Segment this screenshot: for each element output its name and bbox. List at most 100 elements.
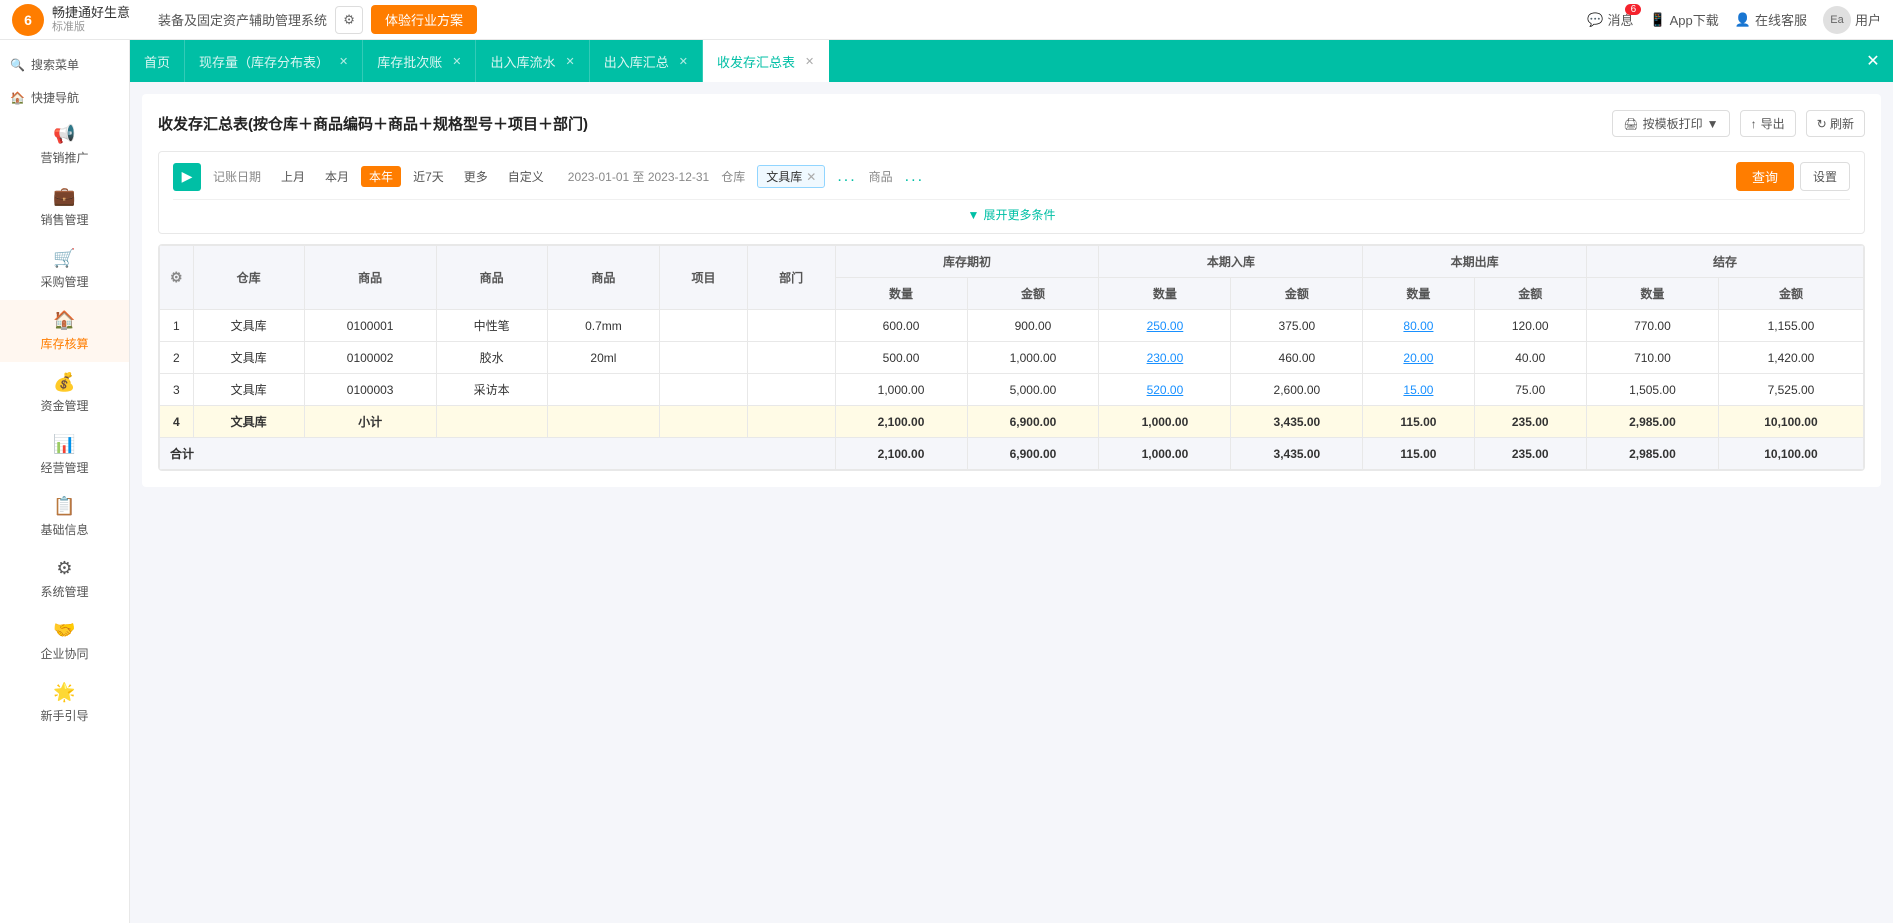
filter-row-1: ▶ 记账日期 上月 本月 本年 近7天 更多 自定义 2023-01-01 至 … [173,162,1850,191]
row-no: 4 [160,406,194,438]
sidebar-item-guide[interactable]: 🌟 新手引导 [0,672,129,734]
row-out-qty[interactable]: 80.00 [1363,310,1474,342]
refresh-button[interactable]: ↻ 刷新 [1806,110,1865,137]
row-in-qty[interactable]: 230.00 [1099,342,1231,374]
goods-more[interactable]: ... [905,168,924,186]
footer-out-amt: 235.00 [1474,438,1586,470]
col-open-amt-header: 金额 [967,278,1099,310]
top-bar-left: 6 畅捷通好生意 标准版 装备及固定资产辅助管理系统 ⚙ 体验行业方案 [12,4,477,36]
date-tab-this-month[interactable]: 本月 [317,166,357,187]
table-settings-icon[interactable]: ⚙ [170,269,183,285]
config-button[interactable]: ⚙ [335,6,363,34]
filter-toggle[interactable]: ▶ [173,163,201,191]
tab-stock-dist[interactable]: 现存量（库存分布表） ✕ [185,40,363,82]
row-out-qty-link[interactable]: 15.00 [1403,383,1433,397]
sidebar-item-marketing[interactable]: 📢 营销推广 [0,114,129,176]
filter-area: ▶ 记账日期 上月 本月 本年 近7天 更多 自定义 2023-01-01 至 … [158,151,1865,234]
print-button[interactable]: 🖨 按模板打印 ▼ [1612,110,1729,137]
export-button[interactable]: ↑ 导出 [1740,110,1796,137]
marketing-icon: 📢 [53,124,75,145]
sidebar-item-basic-info[interactable]: 📋 基础信息 [0,486,129,548]
row-out-qty[interactable]: 115.00 [1363,406,1474,438]
top-bar: 6 畅捷通好生意 标准版 装备及固定资产辅助管理系统 ⚙ 体验行业方案 💬 消息… [0,0,1893,40]
sidebar-item-finance[interactable]: 💰 资金管理 [0,362,129,424]
tab-home[interactable]: 首页 [130,40,185,82]
tab-inout-summary-close[interactable]: ✕ [679,55,688,68]
search-button[interactable]: 查询 [1736,162,1794,191]
row-project [660,374,748,406]
content-area: 收发存汇总表(按仓库＋商品编码＋商品＋规格型号＋项目＋部门) 🖨 按模板打印 ▼… [130,82,1893,923]
col-project-header: 项目 [660,246,748,310]
try-button[interactable]: 体验行业方案 [371,5,477,34]
warehouse-tag-remove[interactable]: ✕ [806,170,816,184]
row-out-amt: 235.00 [1474,406,1586,438]
export-icon: ↑ [1751,117,1757,131]
sidebar-item-purchase[interactable]: 🛒 采购管理 [0,238,129,300]
filter-settings-button[interactable]: 设置 [1800,162,1850,191]
basic-info-icon: 📋 [53,496,75,517]
row-code: 小计 [304,406,436,438]
brand-name: 畅捷通好生意 [52,5,130,21]
date-tab-7days[interactable]: 近7天 [405,166,452,187]
table-row: 3文具库0100003采访本1,000.005,000.00520.002,60… [160,374,1864,406]
row-in-qty-link[interactable]: 520.00 [1147,383,1184,397]
col-settings[interactable]: ⚙ [160,246,194,310]
sidebar-item-collab[interactable]: 🤝 企业协同 [0,610,129,672]
date-tab-last-month[interactable]: 上月 [273,166,313,187]
row-out-qty[interactable]: 15.00 [1363,374,1474,406]
row-in-qty-link[interactable]: 230.00 [1147,351,1184,365]
tab-inout-flow-close[interactable]: ✕ [566,55,575,68]
tab-stock-dist-close[interactable]: ✕ [339,55,348,68]
sidebar-item-operations[interactable]: 📊 经营管理 [0,424,129,486]
col-in-header: 本期入库 [1099,246,1363,278]
row-code: 0100002 [304,342,436,374]
chevron-down-icon: ▼ [1707,117,1719,131]
row-goods: 采访本 [436,374,547,406]
col-out-header: 本期出库 [1363,246,1587,278]
tab-inout-summary[interactable]: 出入库汇总 ✕ [590,40,703,82]
date-tab-custom[interactable]: 自定义 [500,166,552,187]
quick-nav-item[interactable]: 🏠 快捷导航 [0,81,129,114]
sidebar: 🔍 搜索菜单 🏠 快捷导航 📢 营销推广 💼 销售管理 🛒 采购管理 🏠 [0,40,130,923]
col-warehouse-header: 仓库 [193,246,304,310]
row-spec: 0.7mm [547,310,659,342]
row-out-amt: 40.00 [1474,342,1586,374]
data-table: ⚙ 仓库 商品 商品 商品 项目 部门 库存期初 本期入库 [159,245,1864,470]
expand-button[interactable]: ▼ 展开更多条件 [968,206,1056,223]
tab-recv-send-summary[interactable]: 收发存汇总表 ✕ [703,40,829,82]
row-dept [747,374,835,406]
sidebar-item-system[interactable]: ⚙ 系统管理 [0,548,129,610]
row-out-qty-link[interactable]: 20.00 [1403,351,1433,365]
row-in-qty[interactable]: 520.00 [1099,374,1231,406]
message-button[interactable]: 💬 消息 6 [1587,10,1633,29]
row-no: 2 [160,342,194,374]
close-all-tabs[interactable]: ✕ [1853,40,1893,82]
app-download-button[interactable]: 📱 App下载 [1649,10,1718,29]
row-bal-amt: 10,100.00 [1718,406,1863,438]
row-code: 0100001 [304,310,436,342]
tab-stock-batch-close[interactable]: ✕ [452,55,461,68]
user-menu[interactable]: Ea 用户 [1823,6,1881,34]
row-in-qty-link[interactable]: 250.00 [1147,319,1184,333]
row-open-amt: 5,000.00 [967,374,1099,406]
tab-inout-flow[interactable]: 出入库流水 ✕ [476,40,589,82]
sidebar-item-inventory[interactable]: 🏠 库存核算 [0,300,129,362]
row-in-qty[interactable]: 1,000.00 [1099,406,1231,438]
search-menu-item[interactable]: 🔍 搜索菜单 [0,48,129,81]
tab-recv-send-close[interactable]: ✕ [805,55,814,68]
row-out-qty[interactable]: 20.00 [1363,342,1474,374]
warehouse-more[interactable]: ... [837,168,856,186]
row-goods: 中性笔 [436,310,547,342]
row-no: 3 [160,374,194,406]
row-in-qty[interactable]: 250.00 [1099,310,1231,342]
col-code-header: 商品 [304,246,436,310]
row-out-qty-link[interactable]: 80.00 [1403,319,1433,333]
footer-bal-amt: 10,100.00 [1718,438,1863,470]
tab-stock-batch[interactable]: 库存批次账 ✕ [363,40,476,82]
date-tab-this-year[interactable]: 本年 [361,166,401,187]
date-tab-more[interactable]: 更多 [456,166,496,187]
expand-icon: ▼ [968,208,980,222]
sidebar-item-sales[interactable]: 💼 销售管理 [0,176,129,238]
goods-label: 商品 [869,168,893,185]
online-service-button[interactable]: 👤 在线客服 [1735,10,1807,29]
